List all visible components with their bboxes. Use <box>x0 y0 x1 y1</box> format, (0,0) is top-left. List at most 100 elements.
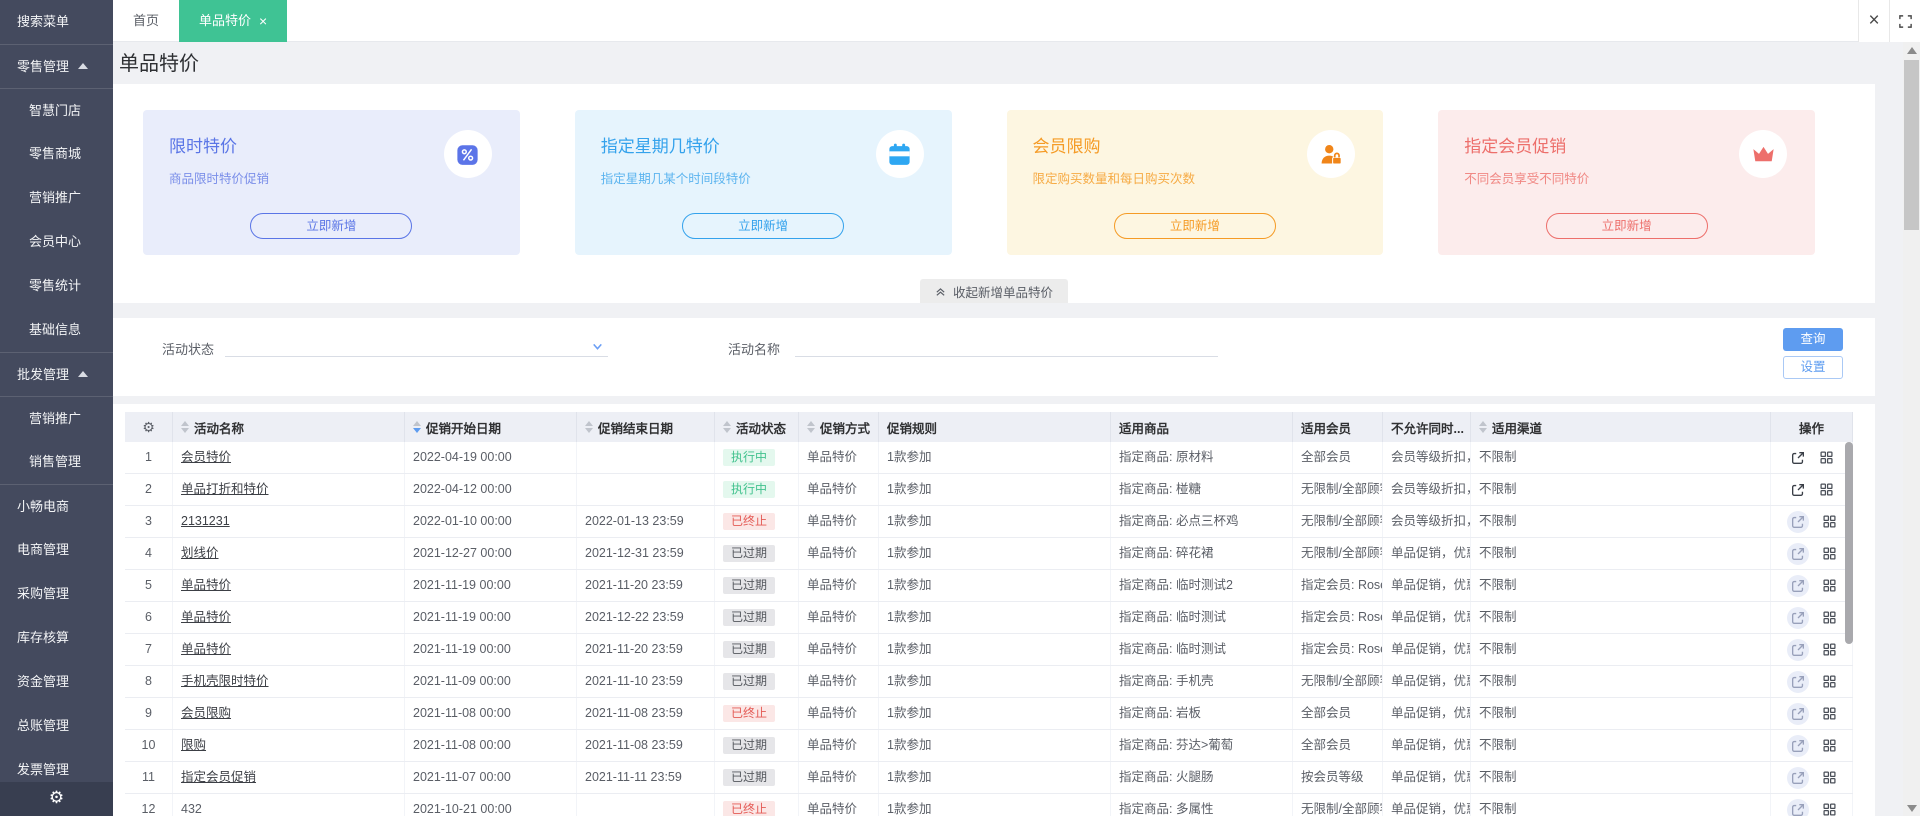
table-header-cell[interactable]: 促销方式 <box>799 412 879 442</box>
grid-actions-icon[interactable] <box>1822 610 1837 625</box>
sidebar-subitem[interactable]: 销售管理 <box>0 440 113 484</box>
collapse-new-promo-bar[interactable]: 收起新增单品特价 <box>919 279 1069 303</box>
table-scrollbar-thumb[interactable] <box>1845 442 1853 644</box>
export-icon[interactable] <box>1786 606 1809 629</box>
sort-carets-icon[interactable] <box>585 421 593 433</box>
sidebar-item[interactable]: 采购管理 <box>0 572 113 616</box>
sidebar-item[interactable]: 库存核算 <box>0 616 113 660</box>
sidebar-item[interactable]: 总账管理 <box>0 704 113 748</box>
chevron-down-icon[interactable] <box>591 340 604 358</box>
query-button[interactable]: 查询 <box>1783 328 1843 351</box>
sidebar-subitem[interactable]: 零售商城 <box>0 132 113 176</box>
sort-desc-icon[interactable] <box>1479 428 1487 433</box>
grid-actions-icon[interactable] <box>1822 802 1837 816</box>
grid-actions-icon[interactable] <box>1822 706 1837 721</box>
sort-desc-icon[interactable] <box>585 428 593 433</box>
sort-carets-icon[interactable] <box>413 421 421 433</box>
sort-asc-icon[interactable] <box>723 421 731 426</box>
activity-name-link[interactable]: 单品特价 <box>181 578 231 592</box>
table-header-cell[interactable]: 促销规则 <box>879 412 1111 442</box>
sidebar-item[interactable]: 资金管理 <box>0 660 113 704</box>
export-icon[interactable] <box>1786 510 1809 533</box>
export-icon[interactable] <box>1790 482 1806 498</box>
column-settings-cell[interactable]: ⚙ <box>125 412 173 442</box>
activity-name-link[interactable]: 限购 <box>181 738 206 752</box>
sort-asc-icon[interactable] <box>807 421 815 426</box>
add-now-button[interactable]: 立即新增 <box>1113 213 1276 239</box>
sidebar-subitem[interactable]: 智慧门店 <box>0 88 113 132</box>
table-header-cell[interactable]: 适用会员 <box>1293 412 1383 442</box>
grid-actions-icon[interactable] <box>1822 642 1837 657</box>
export-icon[interactable] <box>1786 638 1809 661</box>
close-icon[interactable]: × <box>1858 0 1889 42</box>
sidebar-subitem[interactable]: 营销推广 <box>0 396 113 440</box>
table-header-cell[interactable]: 适用渠道 <box>1471 412 1771 442</box>
export-icon[interactable] <box>1790 450 1806 466</box>
tab-close-icon[interactable]: × <box>259 14 267 28</box>
fullscreen-icon[interactable] <box>1889 0 1920 42</box>
activity-name-link[interactable]: 会员特价 <box>181 450 231 464</box>
sort-carets-icon[interactable] <box>1479 421 1487 433</box>
table-header-cell[interactable]: 适用商品 <box>1111 412 1293 442</box>
table-header-cell[interactable]: 促销开始日期 <box>405 412 577 442</box>
gear-icon[interactable]: ⚙ <box>133 419 164 436</box>
page-scrollbar-thumb[interactable] <box>1904 60 1919 230</box>
export-icon[interactable] <box>1786 574 1809 597</box>
activity-name-link[interactable]: 单品特价 <box>181 610 231 624</box>
tab-home[interactable]: 首页 <box>113 0 179 42</box>
sort-asc-icon[interactable] <box>181 421 189 426</box>
sidebar-item[interactable]: 批发管理 <box>0 352 113 396</box>
add-now-button[interactable]: 立即新增 <box>1545 213 1708 239</box>
sidebar-item[interactable]: 零售管理 <box>0 44 113 88</box>
table-header-cell[interactable]: 促销结束日期 <box>577 412 715 442</box>
sort-desc-icon[interactable] <box>807 428 815 433</box>
activity-name-link[interactable]: 432 <box>181 802 202 816</box>
export-icon[interactable] <box>1786 766 1809 789</box>
tab-single-item-special[interactable]: 单品特价 × <box>179 0 288 42</box>
sidebar-subitem[interactable]: 零售统计 <box>0 264 113 308</box>
scroll-down-icon[interactable] <box>1903 800 1920 816</box>
add-now-button[interactable]: 立即新增 <box>250 213 413 239</box>
sidebar-gear-icon[interactable]: ⚙ <box>0 782 113 816</box>
add-now-button[interactable]: 立即新增 <box>682 213 845 239</box>
settings-button[interactable]: 设置 <box>1783 356 1843 379</box>
grid-actions-icon[interactable] <box>1819 482 1834 497</box>
sidebar-subitem[interactable]: 营销推广 <box>0 176 113 220</box>
table-header-cell[interactable]: 活动名称 <box>173 412 405 442</box>
export-icon[interactable] <box>1786 542 1809 565</box>
activity-name-link[interactable]: 指定会员促销 <box>181 770 256 784</box>
sidebar-item[interactable]: 小畅电商 <box>0 484 113 528</box>
grid-actions-icon[interactable] <box>1822 578 1837 593</box>
sort-asc-icon[interactable] <box>1479 421 1487 426</box>
activity-name-link[interactable]: 划线价 <box>181 546 219 560</box>
sort-carets-icon[interactable] <box>723 421 731 433</box>
grid-actions-icon[interactable] <box>1819 450 1834 465</box>
name-filter-input[interactable] <box>795 331 1218 357</box>
grid-actions-icon[interactable] <box>1822 514 1837 529</box>
activity-name-link[interactable]: 单品打折和特价 <box>181 482 269 496</box>
activity-name-link[interactable]: 2131231 <box>181 514 230 528</box>
sidebar-item[interactable]: 电商管理 <box>0 528 113 572</box>
table-header-cell[interactable]: 操作 <box>1771 412 1853 442</box>
grid-actions-icon[interactable] <box>1822 674 1837 689</box>
grid-actions-icon[interactable] <box>1822 770 1837 785</box>
sidebar-subitem[interactable]: 基础信息 <box>0 308 113 352</box>
scroll-up-icon[interactable] <box>1903 42 1920 58</box>
sort-desc-icon[interactable] <box>413 428 421 433</box>
activity-name-link[interactable]: 会员限购 <box>181 706 231 720</box>
export-icon[interactable] <box>1786 702 1809 725</box>
table-header-cell[interactable]: 不允许同时... <box>1383 412 1471 442</box>
sort-asc-icon[interactable] <box>413 421 421 426</box>
export-icon[interactable] <box>1786 734 1809 757</box>
sort-carets-icon[interactable] <box>807 421 815 433</box>
sort-desc-icon[interactable] <box>723 428 731 433</box>
sort-carets-icon[interactable] <box>181 421 189 433</box>
grid-actions-icon[interactable] <box>1822 738 1837 753</box>
export-icon[interactable] <box>1786 798 1809 816</box>
status-filter-select[interactable] <box>225 331 608 357</box>
sort-desc-icon[interactable] <box>181 428 189 433</box>
table-header-cell[interactable]: 活动状态 <box>715 412 799 442</box>
sidebar-subitem[interactable]: 会员中心 <box>0 220 113 264</box>
sort-asc-icon[interactable] <box>585 421 593 426</box>
page-scrollbar[interactable] <box>1903 42 1920 816</box>
